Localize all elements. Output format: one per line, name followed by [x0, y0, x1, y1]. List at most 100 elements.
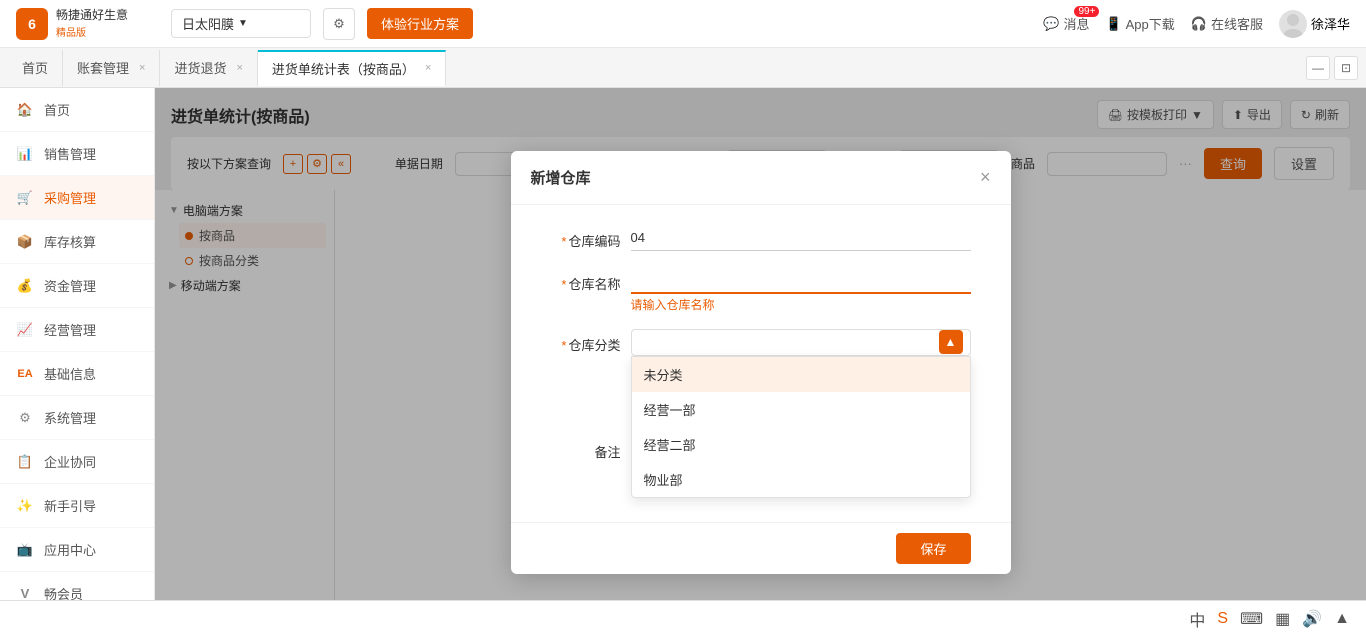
chevron-down-icon: ▼: [238, 18, 248, 29]
tab-accounts-label: 账套管理: [77, 58, 129, 77]
dialog-title: 新增仓库: [531, 167, 591, 188]
logo-text: 畅捷通好生意: [56, 8, 128, 24]
store-selector[interactable]: 日太阳膜 ▼: [171, 9, 311, 38]
sidebar-label-home: 首页: [44, 100, 70, 119]
sidebar-item-purchase[interactable]: 🛒 采购管理: [0, 176, 154, 220]
dialog-close-button[interactable]: ×: [980, 167, 991, 188]
logo-area: 6 畅捷通好生意 精品版: [16, 8, 171, 40]
code-input[interactable]: [631, 225, 971, 251]
sidebar-label-operations: 经营管理: [44, 320, 96, 339]
finance-icon: 💰: [16, 277, 34, 295]
tab-purchase-stats-label: 进货单统计表（按商品）: [272, 59, 415, 78]
tab-purchase-return[interactable]: 进货退货 ×: [160, 50, 257, 86]
code-row: *仓库编码: [551, 225, 971, 251]
sidebar-label-system: 系统管理: [44, 408, 96, 427]
add-warehouse-dialog: 新增仓库 × *仓库编码 *仓库名称: [511, 151, 1011, 574]
category-input[interactable]: [631, 329, 971, 356]
app-download-item[interactable]: 📱 App下载: [1105, 14, 1174, 33]
message-badge: 99+: [1074, 6, 1099, 17]
guide-icon: ✨: [16, 497, 34, 515]
logo-badge: 精品版: [56, 24, 128, 39]
gear-button[interactable]: ⚙: [323, 8, 355, 40]
tab-actions: — ⊡: [1306, 56, 1358, 80]
remark-label: 备注: [551, 436, 631, 461]
sidebar-item-operations[interactable]: 📈 经营管理: [0, 308, 154, 352]
store-name: 日太阳膜: [182, 14, 234, 33]
tab-purchase-return-close[interactable]: ×: [236, 62, 242, 74]
sidebar-label-app-center: 应用中心: [44, 540, 96, 559]
tab-expand-button[interactable]: ⊡: [1334, 56, 1358, 80]
tab-minimize-button[interactable]: —: [1306, 56, 1330, 80]
sidebar-label-sales: 销售管理: [44, 144, 96, 163]
overlay: 新增仓库 × *仓库编码 *仓库名称: [155, 88, 1366, 636]
top-bar: 6 畅捷通好生意 精品版 日太阳膜 ▼ ⚙ 体验行业方案 💬 消息 99+ 📱 …: [0, 0, 1366, 48]
app-download-label: App下载: [1126, 14, 1175, 33]
inventory-icon: 📦: [16, 233, 34, 251]
tab-purchase-stats[interactable]: 进货单统计表（按商品） ×: [258, 50, 446, 86]
sidebar-item-finance[interactable]: 💰 资金管理: [0, 264, 154, 308]
dropdown-item-dept2[interactable]: 经营二部: [632, 427, 970, 462]
category-label: *仓库分类: [551, 329, 631, 354]
diamond-icon[interactable]: S: [1217, 610, 1228, 628]
headset-icon: 🎧: [1191, 16, 1207, 32]
content-area: 进货单统计(按商品) 🖨 按模板打印 ▼ ⬆ 导出 ↻ 刷新 按以下方案查询: [155, 88, 1366, 636]
logo-icon: 6: [16, 8, 48, 40]
tab-purchase-stats-close[interactable]: ×: [425, 62, 431, 74]
message-item[interactable]: 💬 消息 99+: [1043, 14, 1089, 33]
sidebar-item-system[interactable]: ⚙ 系统管理: [0, 396, 154, 440]
dialog-header: 新增仓库 ×: [511, 151, 1011, 205]
up-arrow-icon[interactable]: ▲: [1334, 610, 1350, 628]
sidebar-item-basic-info[interactable]: EA 基础信息: [0, 352, 154, 396]
avatar: [1279, 10, 1307, 38]
enterprise-icon: 📋: [16, 453, 34, 471]
tab-purchase-return-label: 进货退货: [174, 58, 226, 77]
grid-icon[interactable]: ▦: [1275, 609, 1290, 629]
sidebar-label-finance: 资金管理: [44, 276, 96, 295]
name-label: *仓库名称: [551, 268, 631, 293]
tab-bar: 首页 账套管理 × 进货退货 × 进货单统计表（按商品） × — ⊡: [0, 48, 1366, 88]
main-layout: 🏠 首页 📊 销售管理 🛒 采购管理 📦 库存核算 💰 资金管理 📈 经营管理 …: [0, 88, 1366, 636]
name-error-message: 请输入仓库名称: [631, 296, 971, 313]
category-input-wrap: ▲ 未分类 经营一部 经营二部 物业部: [631, 329, 971, 356]
category-toggle-button[interactable]: ▲: [939, 330, 963, 354]
sidebar-label-inventory: 库存核算: [44, 232, 96, 251]
sidebar-label-purchase: 采购管理: [44, 188, 96, 207]
tab-accounts[interactable]: 账套管理 ×: [63, 50, 160, 86]
sidebar-item-sales[interactable]: 📊 销售管理: [0, 132, 154, 176]
basic-info-icon: EA: [16, 365, 34, 383]
sidebar-label-guide: 新手引导: [44, 496, 96, 515]
app-center-icon: 📺: [16, 541, 34, 559]
dropdown-item-uncategorized[interactable]: 未分类: [632, 357, 970, 392]
sidebar-item-inventory[interactable]: 📦 库存核算: [0, 220, 154, 264]
home-icon: 🏠: [16, 101, 34, 119]
sidebar-label-enterprise: 企业协同: [44, 452, 96, 471]
operations-icon: 📈: [16, 321, 34, 339]
sidebar-label-basic-info: 基础信息: [44, 364, 96, 383]
top-center: 日太阳膜 ▼ ⚙ 体验行业方案: [171, 8, 1043, 40]
dropdown-item-dept3[interactable]: 物业部: [632, 462, 970, 497]
keyboard-icon[interactable]: ⌨: [1240, 609, 1263, 629]
tab-home[interactable]: 首页: [8, 50, 63, 86]
dialog-body: *仓库编码 *仓库名称 请输入仓库名称: [511, 205, 1011, 514]
bottom-bar: 中 S ⌨ ▦ 🔊 ▲: [0, 600, 1366, 636]
message-icon: 💬: [1043, 16, 1059, 32]
dialog-footer: 保存: [511, 522, 1011, 574]
system-icon: ⚙: [16, 409, 34, 427]
tab-accounts-close[interactable]: ×: [139, 62, 145, 74]
user-name: 徐泽华: [1311, 14, 1350, 33]
tab-home-label: 首页: [22, 58, 48, 77]
sound-icon[interactable]: 🔊: [1302, 609, 1322, 629]
trial-button[interactable]: 体验行业方案: [367, 8, 473, 39]
sidebar-item-app-center[interactable]: 📺 应用中心: [0, 528, 154, 572]
online-service-item[interactable]: 🎧 在线客服: [1191, 14, 1263, 33]
online-service-label: 在线客服: [1211, 14, 1263, 33]
save-button[interactable]: 保存: [896, 533, 970, 564]
sidebar-item-enterprise[interactable]: 📋 企业协同: [0, 440, 154, 484]
sidebar-item-guide[interactable]: ✨ 新手引导: [0, 484, 154, 528]
dropdown-item-dept1[interactable]: 经营一部: [632, 392, 970, 427]
user-area[interactable]: 徐泽华: [1279, 10, 1350, 38]
name-input[interactable]: [631, 267, 971, 294]
lang-icon[interactable]: 中: [1189, 607, 1205, 631]
sidebar-item-home[interactable]: 🏠 首页: [0, 88, 154, 132]
top-right: 💬 消息 99+ 📱 App下载 🎧 在线客服 徐泽华: [1043, 10, 1350, 38]
